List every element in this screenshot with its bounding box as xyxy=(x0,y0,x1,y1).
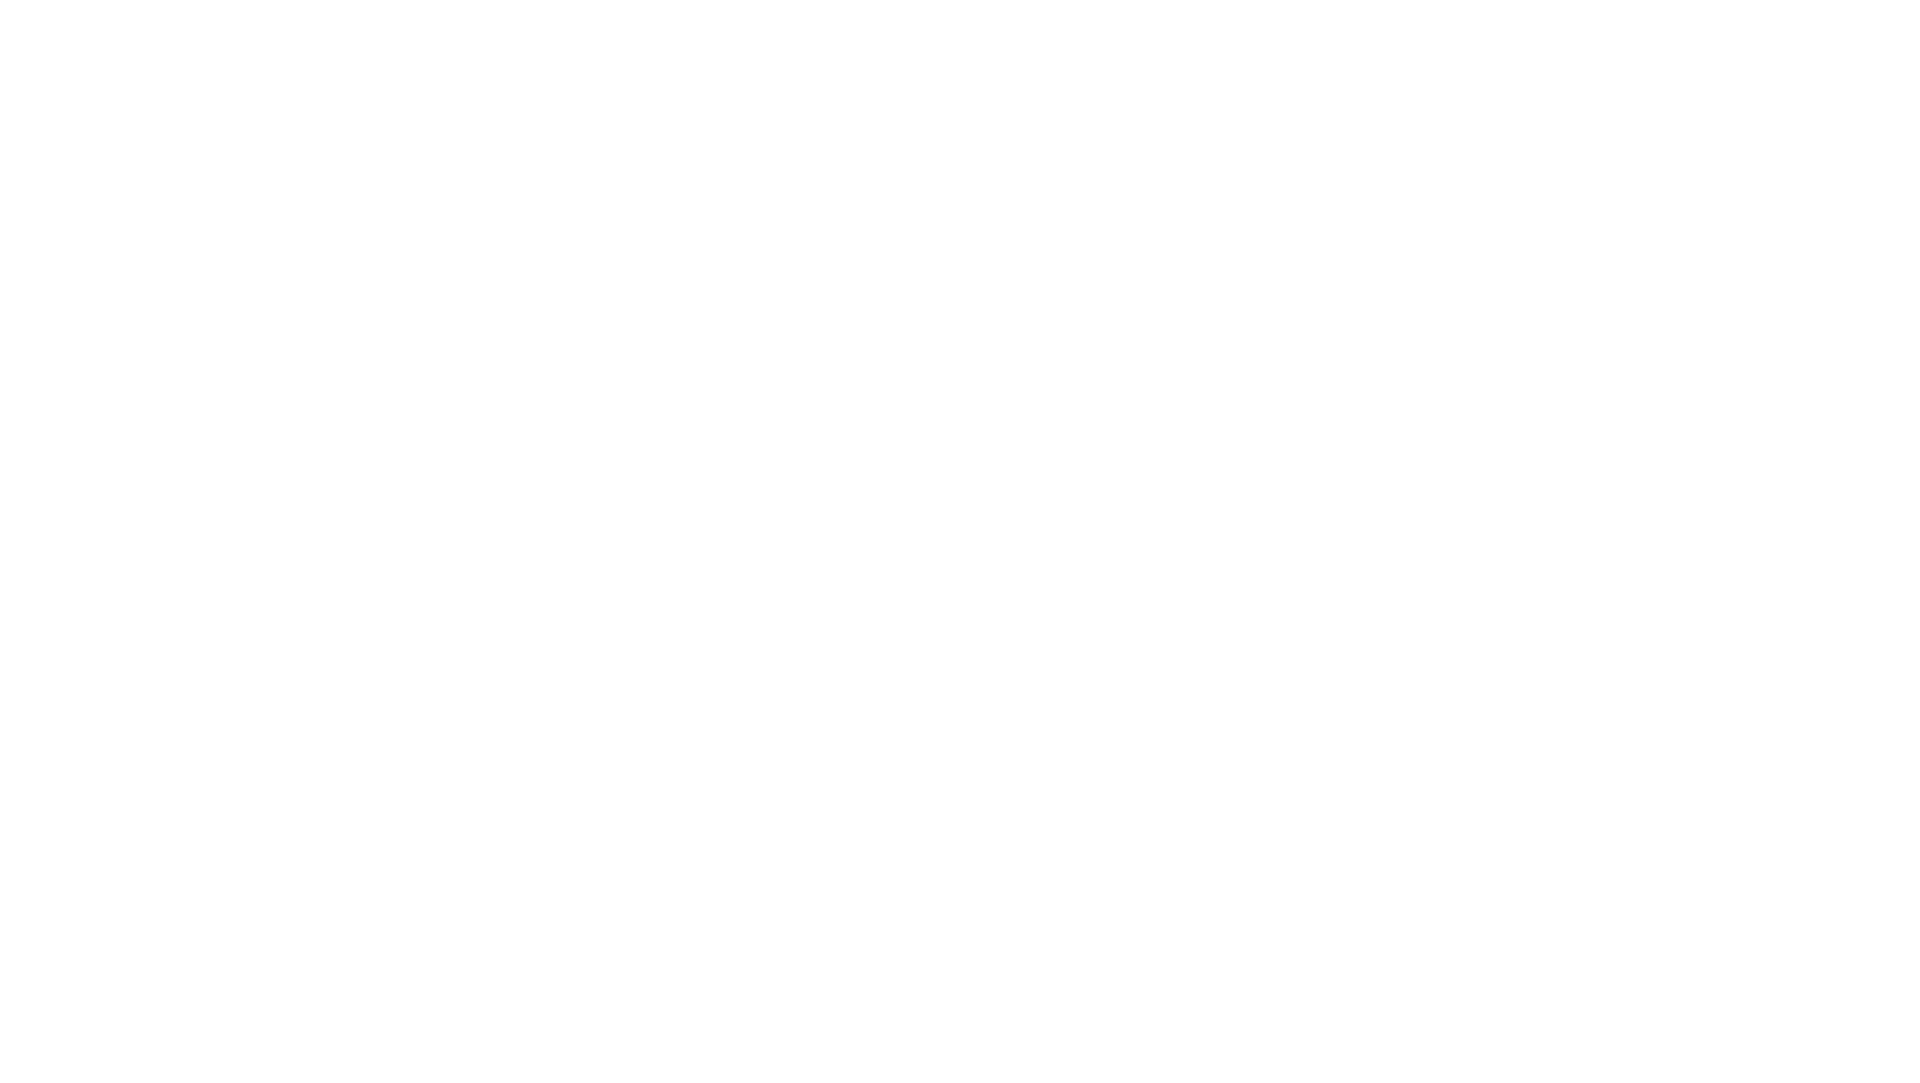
tree-diagram xyxy=(0,0,1920,1083)
